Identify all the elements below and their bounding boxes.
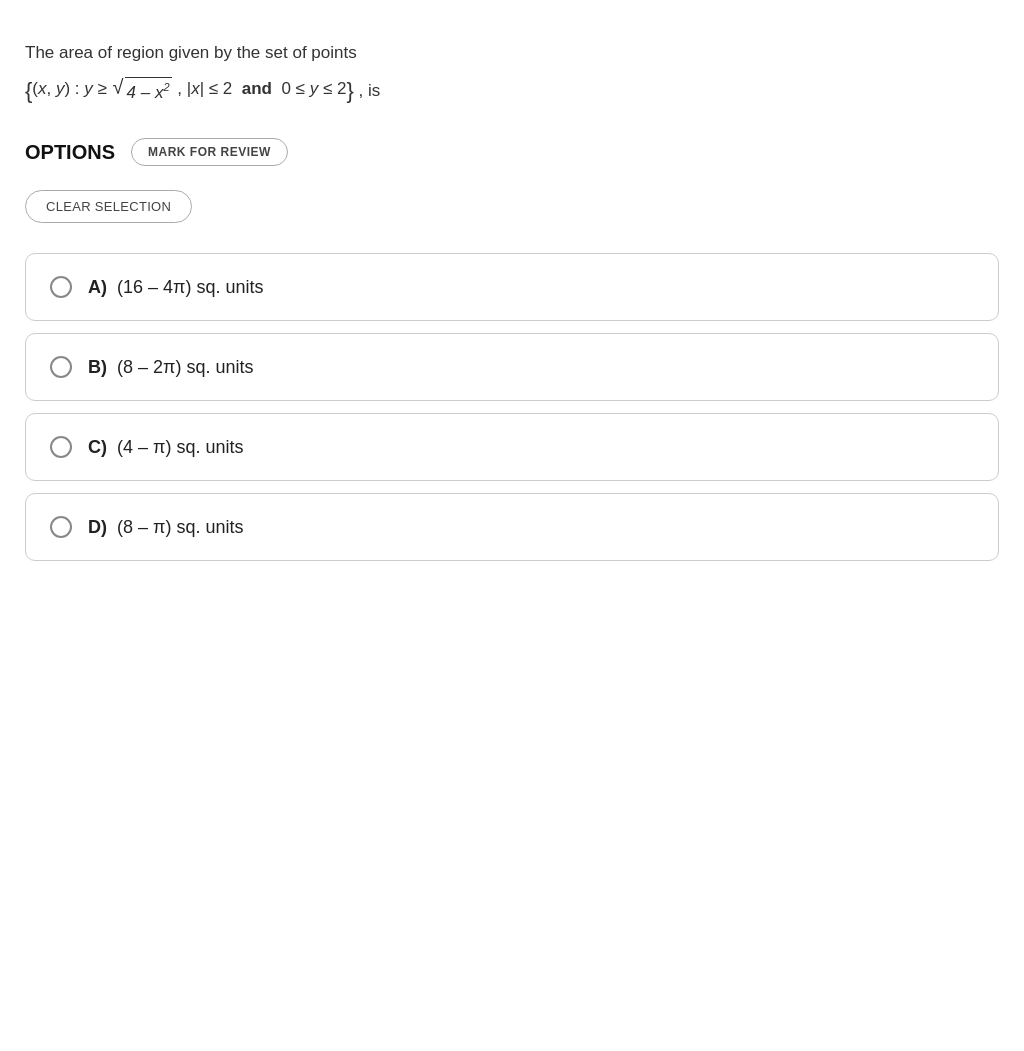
options-label: OPTIONS [25, 141, 115, 164]
trailing-text: , is [354, 76, 380, 107]
options-header: OPTIONS MARK FOR REVIEW [25, 138, 999, 166]
open-brace: { [25, 80, 32, 102]
radio-b[interactable] [50, 356, 72, 378]
radio-a[interactable] [50, 276, 72, 298]
sqrt-expression: √ 4 – x2 [113, 77, 172, 109]
option-c[interactable]: C) (4 – π) sq. units [25, 413, 999, 481]
option-d[interactable]: D) (8 – π) sq. units [25, 493, 999, 561]
option-b[interactable]: B) (8 – 2π) sq. units [25, 333, 999, 401]
option-a[interactable]: A) (16 – 4π) sq. units [25, 253, 999, 321]
option-c-text: C) (4 – π) sq. units [88, 437, 243, 458]
options-list: A) (16 – 4π) sq. units B) (8 – 2π) sq. u… [25, 253, 999, 561]
radio-d[interactable] [50, 516, 72, 538]
mark-for-review-button[interactable]: MARK FOR REVIEW [131, 138, 288, 166]
radio-c[interactable] [50, 436, 72, 458]
close-brace: } [346, 80, 353, 102]
question-section: The area of region given by the set of p… [25, 40, 999, 108]
option-d-text: D) (8 – π) sq. units [88, 517, 243, 538]
math-content: (x, y) : y ≥ √ 4 – x2 , |x| ≤ 2 and 0 ≤ … [32, 74, 346, 109]
question-math: { (x, y) : y ≥ √ 4 – x2 , |x| ≤ 2 and 0 … [25, 74, 999, 109]
option-b-text: B) (8 – 2π) sq. units [88, 357, 253, 378]
question-intro: The area of region given by the set of p… [25, 40, 999, 66]
option-a-text: A) (16 – 4π) sq. units [88, 277, 264, 298]
clear-selection-button[interactable]: CLEAR SELECTION [25, 190, 192, 223]
